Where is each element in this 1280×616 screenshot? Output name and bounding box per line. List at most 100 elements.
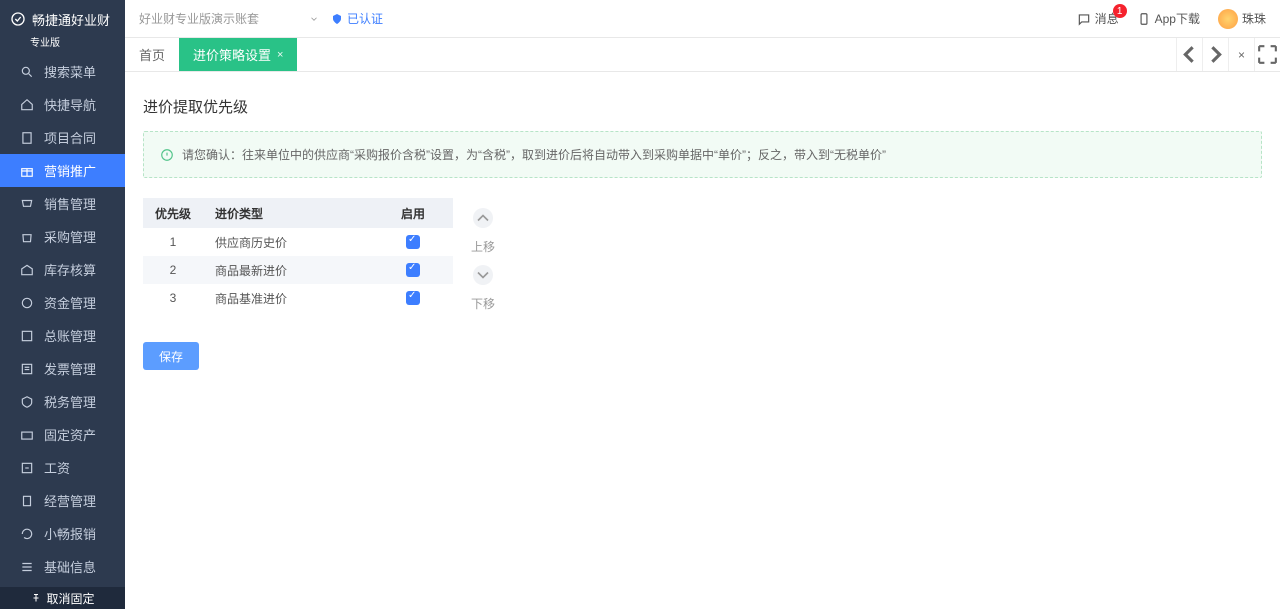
shield-icon bbox=[331, 13, 343, 25]
sidebar-item-label: 项目合同 bbox=[44, 128, 96, 147]
col-type: 进价类型 bbox=[203, 198, 373, 228]
tab-label: 首页 bbox=[139, 45, 165, 64]
sidebar-item-label: 搜索菜单 bbox=[44, 62, 96, 81]
cell-type: 供应商历史价 bbox=[203, 228, 373, 256]
search-icon bbox=[20, 65, 34, 79]
col-enable: 启用 bbox=[373, 198, 453, 228]
gift-icon bbox=[20, 164, 34, 178]
sidebar-item-purchase[interactable]: 采购管理 bbox=[0, 220, 125, 253]
sidebar-item-inventory[interactable]: 库存核算 bbox=[0, 253, 125, 286]
sidebar-item-label: 固定资产 bbox=[44, 425, 96, 444]
org-selector[interactable]: 好业财专业版演示账套 bbox=[139, 10, 319, 27]
sidebar-item-invoice[interactable]: 发票管理 bbox=[0, 352, 125, 385]
tab-price-strategy[interactable]: 进价策略设置 × bbox=[179, 38, 297, 71]
assets-icon bbox=[20, 428, 34, 442]
main-content: 进价提取优先级 请您确认：往来单位中的供应商“采购报价含税”设置，为“含税”，取… bbox=[125, 72, 1280, 609]
ledger-icon bbox=[20, 329, 34, 343]
verified-badge[interactable]: 已认证 bbox=[331, 10, 383, 27]
cell-priority: 3 bbox=[143, 284, 203, 312]
save-button[interactable]: 保存 bbox=[143, 342, 199, 370]
tab-label: 进价策略设置 bbox=[193, 45, 271, 64]
sidebar-item-expense[interactable]: 小畅报销 bbox=[0, 517, 125, 550]
sidebar-item-project[interactable]: 项目合同 bbox=[0, 121, 125, 154]
move-up-label: 上移 bbox=[471, 238, 495, 255]
tab-close-button[interactable]: × bbox=[1228, 38, 1254, 71]
message-button[interactable]: 消息 1 bbox=[1077, 10, 1119, 27]
sidebar-item-label: 销售管理 bbox=[44, 194, 96, 213]
sidebar-item-label: 工资 bbox=[44, 458, 70, 477]
sidebar-item-ledger[interactable]: 总账管理 bbox=[0, 319, 125, 352]
app-label: App下载 bbox=[1155, 10, 1200, 27]
pin-icon bbox=[30, 592, 42, 604]
sidebar-item-assets[interactable]: 固定资产 bbox=[0, 418, 125, 451]
sidebar-item-label: 采购管理 bbox=[44, 227, 96, 246]
bag-icon bbox=[20, 230, 34, 244]
user-menu[interactable]: 珠珠 bbox=[1218, 9, 1266, 29]
message-badge: 1 bbox=[1113, 4, 1127, 18]
sidebar-item-funds[interactable]: 资金管理 bbox=[0, 286, 125, 319]
cart-icon bbox=[20, 197, 34, 211]
hint-text: 请您确认：往来单位中的供应商“采购报价含税”设置，为“含税”，取到进价后将自动带… bbox=[182, 146, 886, 163]
sidebar-item-label: 基础信息 bbox=[44, 557, 96, 576]
close-icon[interactable]: × bbox=[277, 49, 283, 61]
sidebar-item-operations[interactable]: 经营管理 bbox=[0, 484, 125, 517]
cell-type: 商品基准进价 bbox=[203, 284, 373, 312]
sidebar-item-quicknav[interactable]: 快捷导航 bbox=[0, 88, 125, 121]
home-icon bbox=[20, 98, 34, 112]
sidebar-item-label: 税务管理 bbox=[44, 392, 96, 411]
cell-priority: 1 bbox=[143, 228, 203, 256]
fullscreen-button[interactable] bbox=[1254, 38, 1280, 71]
sidebar-item-search[interactable]: 搜索菜单 bbox=[0, 55, 125, 88]
priority-table: 优先级 进价类型 启用 1 供应商历史价 2 商品最新进价 3 bbox=[143, 198, 453, 312]
move-controls: 上移 下移 bbox=[471, 198, 495, 312]
topbar: 好业财专业版演示账套 已认证 消息 1 App下载 珠珠 bbox=[125, 0, 1280, 38]
info-icon bbox=[160, 148, 174, 162]
sidebar-item-sales[interactable]: 销售管理 bbox=[0, 187, 125, 220]
app-download-button[interactable]: App下载 bbox=[1137, 10, 1200, 27]
sidebar-item-label: 发票管理 bbox=[44, 359, 96, 378]
sidebar-footer-label: 取消固定 bbox=[46, 590, 94, 607]
table-row[interactable]: 1 供应商历史价 bbox=[143, 228, 453, 256]
brand-edition: 专业版 bbox=[0, 34, 125, 49]
avatar bbox=[1218, 9, 1238, 29]
chevron-down-icon bbox=[309, 14, 319, 24]
warehouse-icon bbox=[20, 263, 34, 277]
col-priority: 优先级 bbox=[143, 198, 203, 228]
message-icon bbox=[1077, 12, 1091, 26]
tab-home[interactable]: 首页 bbox=[125, 38, 179, 71]
tab-next-button[interactable] bbox=[1202, 38, 1228, 71]
salary-icon bbox=[20, 461, 34, 475]
coin-icon bbox=[20, 296, 34, 310]
tabsbar: 首页 进价策略设置 × × bbox=[125, 38, 1280, 72]
brand-name: 畅捷通好业财 bbox=[32, 10, 110, 29]
sidebar-item-label: 小畅报销 bbox=[44, 524, 96, 543]
refresh-icon bbox=[20, 527, 34, 541]
brand-icon bbox=[10, 11, 26, 27]
sidebar-pin-toggle[interactable]: 取消固定 bbox=[0, 587, 125, 609]
table-row[interactable]: 3 商品基准进价 bbox=[143, 284, 453, 312]
move-down-label: 下移 bbox=[471, 295, 495, 312]
org-name: 好业财专业版演示账套 bbox=[139, 10, 259, 27]
phone-icon bbox=[1137, 12, 1151, 26]
sidebar-item-salary[interactable]: 工资 bbox=[0, 451, 125, 484]
sidebar-item-basic[interactable]: 基础信息 bbox=[0, 550, 125, 583]
cell-type: 商品最新进价 bbox=[203, 256, 373, 284]
sidebar-item-label: 经营管理 bbox=[44, 491, 96, 510]
sidebar-item-tax[interactable]: 税务管理 bbox=[0, 385, 125, 418]
cell-priority: 2 bbox=[143, 256, 203, 284]
tab-prev-button[interactable] bbox=[1176, 38, 1202, 71]
sidebar: 畅捷通好业财 专业版 搜索菜单 快捷导航 项目合同 营销推广 销售管理 采购管理… bbox=[0, 0, 125, 609]
move-down-button[interactable] bbox=[473, 265, 493, 285]
sidebar-item-marketing[interactable]: 营销推广 bbox=[0, 154, 125, 187]
brand-logo: 畅捷通好业财 bbox=[0, 0, 125, 38]
enable-checkbox[interactable] bbox=[406, 263, 420, 277]
list-icon bbox=[20, 560, 34, 574]
move-up-button[interactable] bbox=[473, 208, 493, 228]
enable-checkbox[interactable] bbox=[406, 291, 420, 305]
verified-label: 已认证 bbox=[347, 10, 383, 27]
sidebar-item-label: 营销推广 bbox=[44, 161, 96, 180]
table-row[interactable]: 2 商品最新进价 bbox=[143, 256, 453, 284]
hint-banner: 请您确认：往来单位中的供应商“采购报价含税”设置，为“含税”，取到进价后将自动带… bbox=[143, 131, 1262, 178]
sidebar-item-label: 资金管理 bbox=[44, 293, 96, 312]
enable-checkbox[interactable] bbox=[406, 235, 420, 249]
